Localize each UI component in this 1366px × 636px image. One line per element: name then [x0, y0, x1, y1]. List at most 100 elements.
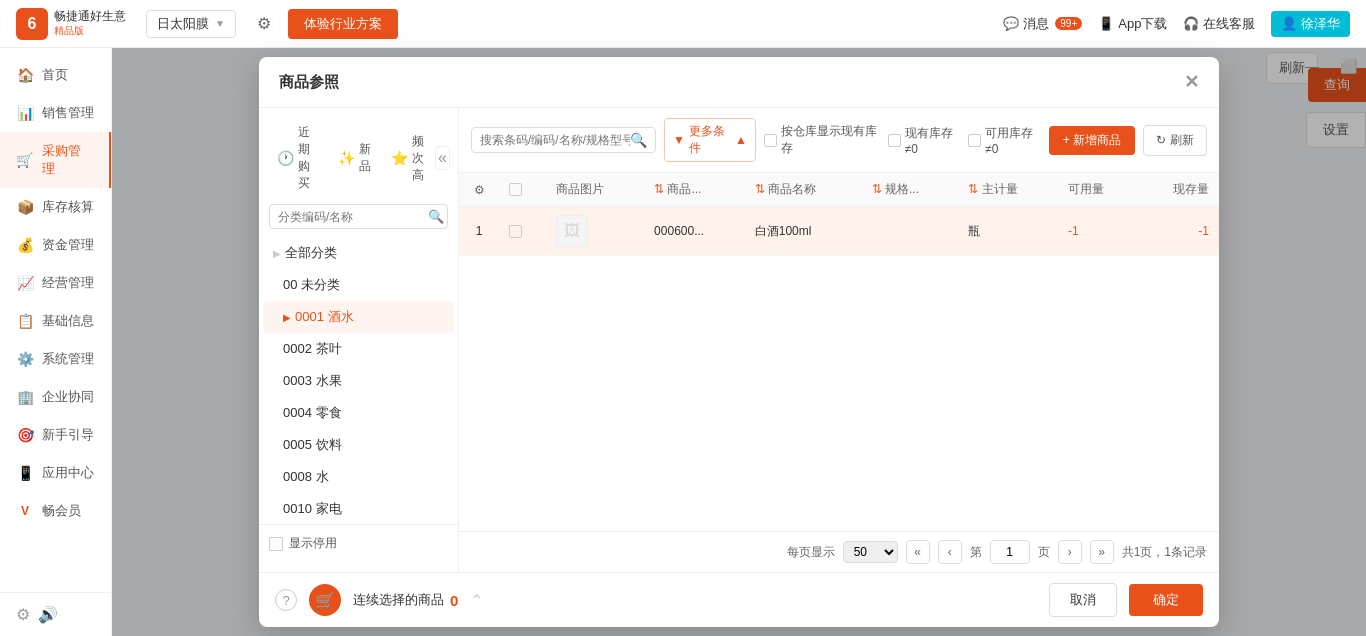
row-checkbox[interactable]	[509, 225, 522, 238]
sidebar-label-basic: 基础信息	[42, 312, 94, 330]
sort-spec-icon: ⇅	[872, 182, 882, 196]
tree-item-0001[interactable]: ▶ 0001 酒水	[263, 301, 454, 333]
tab-new[interactable]: ✨ 新品	[328, 135, 381, 181]
tree-item-all[interactable]: ▶ 全部分类	[263, 237, 454, 269]
star-icon: ✨	[338, 150, 355, 166]
per-page-select[interactable]: 50 100 200	[843, 541, 898, 563]
sidebar-item-business[interactable]: 📈 经营管理	[0, 264, 111, 302]
row-checkbox-cell	[499, 207, 546, 256]
per-page-label: 每页显示	[787, 544, 835, 561]
page-last-btn[interactable]: »	[1090, 540, 1114, 564]
help-icon[interactable]: ?	[275, 589, 297, 611]
page-label: 第	[970, 544, 982, 561]
select-all-checkbox[interactable]	[509, 183, 522, 196]
product-search-icon[interactable]: 🔍	[630, 132, 647, 148]
confirm-btn[interactable]: 确定	[1129, 584, 1203, 616]
page-current-input[interactable]	[990, 540, 1030, 564]
col-unit[interactable]: ⇅ 主计量	[958, 173, 1058, 207]
sidebar-item-appcenter[interactable]: 📱 应用中心	[0, 454, 111, 492]
sidebar-item-system[interactable]: ⚙️ 系统管理	[0, 340, 111, 378]
online-service-item[interactable]: 🎧 在线客服	[1183, 15, 1255, 33]
row-unit: 瓶	[958, 207, 1058, 256]
logo-name: 畅捷通好生意	[54, 9, 126, 25]
sidebar-item-home[interactable]: 🏠 首页	[0, 56, 111, 94]
refresh-icon: ↻	[1156, 133, 1166, 147]
col-image: 商品图片	[546, 173, 644, 207]
message-icon: 💬	[1003, 16, 1019, 31]
available-stock-checkbox[interactable]	[888, 134, 901, 147]
collapse-footer-icon[interactable]: ⌃	[470, 591, 483, 610]
tree-item-0008[interactable]: 0008 水	[263, 461, 454, 493]
row-name: 白酒100ml	[745, 207, 862, 256]
sidebar-item-guide[interactable]: 🎯 新手引导	[0, 416, 111, 454]
show-stock-checkbox[interactable]	[764, 134, 777, 147]
sidebar-item-basic[interactable]: 📋 基础信息	[0, 302, 111, 340]
sidebar-label-appcenter: 应用中心	[42, 464, 94, 482]
col-stock: 现存量	[1138, 173, 1219, 207]
tab-recent[interactable]: 🕐 近期购买	[267, 118, 328, 198]
tree-item-0004[interactable]: 0004 零食	[263, 397, 454, 429]
table-row[interactable]: 1 🖼	[459, 207, 1219, 256]
tree-item-0003[interactable]: 0003 水果	[263, 365, 454, 397]
left-panel-bottom: 显示停用	[259, 524, 458, 562]
product-thumbnail: 🖼	[556, 215, 588, 247]
sidebar-item-inventory[interactable]: 📦 库存核算	[0, 188, 111, 226]
tree-item-0010[interactable]: 0010 家电	[263, 493, 454, 524]
sidebar-label-finance: 资金管理	[42, 236, 94, 254]
mobile-icon: 📱	[1098, 16, 1114, 31]
check-available-stock[interactable]: 现有库存≠0	[888, 125, 960, 156]
sidebar-volume-icon[interactable]: 🔊	[38, 605, 58, 624]
category-search-input[interactable]	[278, 210, 428, 224]
tree-item-0002[interactable]: 0002 茶叶	[263, 333, 454, 365]
add-product-btn[interactable]: + 新增商品	[1049, 126, 1135, 155]
sidebar-item-purchase[interactable]: 🛒 采购管理	[0, 132, 111, 188]
dialog-close-icon[interactable]: ✕	[1184, 71, 1199, 93]
sales-icon: 📊	[16, 104, 34, 122]
col-checkbox	[499, 173, 546, 207]
row-available: -1	[1058, 207, 1138, 256]
sidebar-label-member: 畅会员	[42, 502, 81, 520]
sidebar-item-sales[interactable]: 📊 销售管理	[0, 94, 111, 132]
check-usable-stock[interactable]: 可用库存≠0	[968, 125, 1040, 156]
table-header-row: ⚙ 商品图片	[459, 173, 1219, 207]
experience-btn[interactable]: 体验行业方案	[288, 9, 398, 39]
store-dropdown[interactable]: 日太阳膜 ▼	[146, 10, 236, 38]
dialog-body: 🕐 近期购买 ✨ 新品 ⭐ 频次高 «	[259, 108, 1219, 572]
message-item[interactable]: 💬 消息 99+	[1003, 15, 1082, 33]
page-first-btn[interactable]: «	[906, 540, 930, 564]
category-search-icon[interactable]: 🔍	[428, 209, 444, 224]
more-filter-btn[interactable]: ▼ 更多条件 ▲	[664, 118, 756, 162]
show-disabled-checkbox[interactable]	[269, 537, 283, 551]
page-suffix: 页	[1038, 544, 1050, 561]
pagination-bar: 每页显示 50 100 200 « ‹ 第 页 ›	[459, 531, 1219, 572]
app-download-item[interactable]: 📱 App下载	[1098, 15, 1167, 33]
usable-stock-checkbox[interactable]	[968, 134, 981, 147]
check-show-stock[interactable]: 按仓库显示现有库存	[764, 123, 880, 157]
tab-frequent[interactable]: ⭐ 频次高	[381, 127, 435, 190]
col-gear: ⚙	[459, 173, 499, 207]
enterprise-icon: 🏢	[16, 388, 34, 406]
col-spec[interactable]: ⇅ 规格...	[862, 173, 959, 207]
col-name[interactable]: ⇅ 商品名称	[745, 173, 862, 207]
gear-header-icon[interactable]: ⚙	[474, 183, 485, 197]
dialog-right-panel: 🔍 ▼ 更多条件 ▲ 按仓库显示现有库存	[459, 108, 1219, 572]
sidebar-item-enterprise[interactable]: 🏢 企业协同	[0, 378, 111, 416]
col-code[interactable]: ⇅ 商品...	[644, 173, 745, 207]
cancel-btn[interactable]: 取消	[1049, 583, 1117, 617]
cart-icon[interactable]: 🛒	[309, 584, 341, 616]
show-disabled-label[interactable]: 显示停用	[269, 535, 448, 552]
refresh-btn[interactable]: ↻ 刷新	[1143, 125, 1207, 156]
page-next-btn[interactable]: ›	[1058, 540, 1082, 564]
tree-item-00[interactable]: 00 未分类	[263, 269, 454, 301]
page-prev-btn[interactable]: ‹	[938, 540, 962, 564]
settings-icon[interactable]: ⚙	[248, 8, 280, 40]
sidebar-settings-icon[interactable]: ⚙	[16, 605, 30, 624]
product-search-input[interactable]	[480, 133, 630, 147]
sort-unit-icon: ⇅	[968, 182, 978, 196]
dialog-title: 商品参照	[279, 73, 339, 92]
sidebar-item-finance[interactable]: 💰 资金管理	[0, 226, 111, 264]
sidebar-item-member[interactable]: V 畅会员	[0, 492, 111, 530]
collapse-left-btn[interactable]: «	[435, 146, 450, 170]
tree-item-0005[interactable]: 0005 饮料	[263, 429, 454, 461]
sidebar-label-system: 系统管理	[42, 350, 94, 368]
